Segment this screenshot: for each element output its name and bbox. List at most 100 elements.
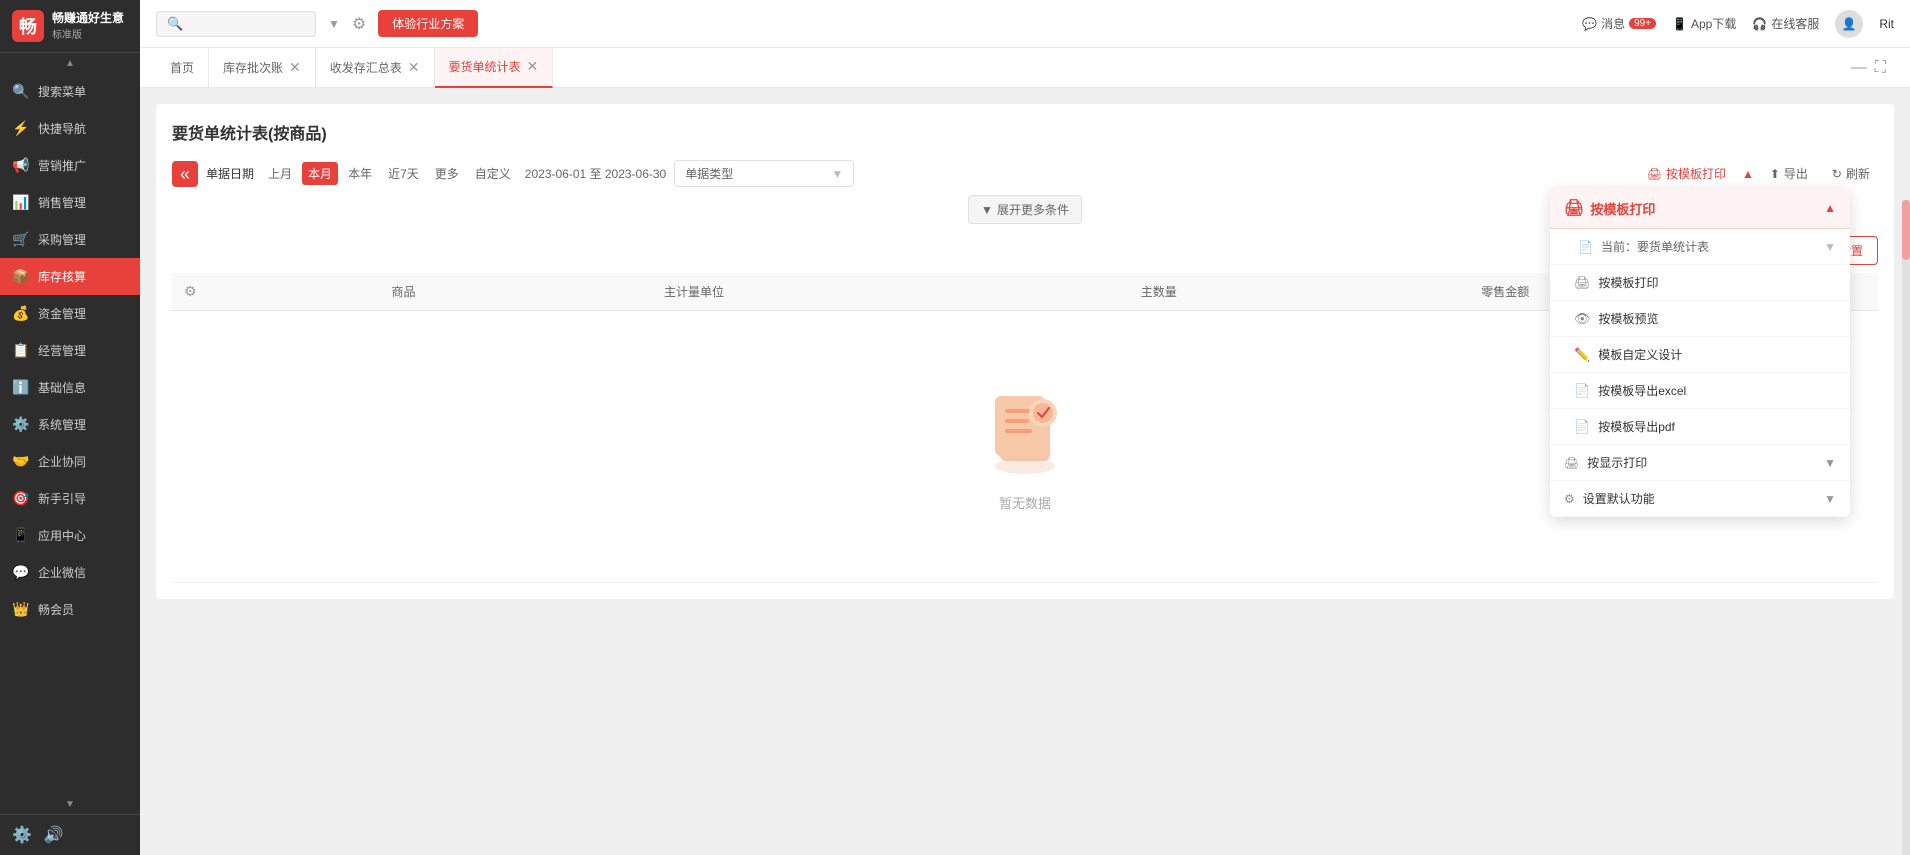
tab-close-inventory-batch[interactable]: ✕ xyxy=(289,59,301,76)
table-settings-icon[interactable]: ⚙ xyxy=(184,283,197,299)
sidebar: 畅 畅赚通好生意 标准版 ▲ 🔍 搜索菜单 ⚡ 快捷导航 📢 营销推广 📊 销售… xyxy=(0,0,140,855)
topbar-right: 💬 消息 99+ 📱 App下载 🎧 在线客服 👤 Rit xyxy=(1582,10,1894,38)
export-button[interactable]: ⬆ 导出 xyxy=(1762,161,1816,186)
sidebar-item-label: 库存核算 xyxy=(38,268,86,285)
template-preview-item[interactable]: 👁 按模板预览 xyxy=(1550,301,1850,337)
current-template-item[interactable]: 📄 当前：要货单统计表 ▼ xyxy=(1550,229,1850,265)
tab-home[interactable]: 首页 xyxy=(156,48,209,88)
date-range-display: 2023-06-01 至 2023-06-30 xyxy=(525,165,666,182)
user-avatar[interactable]: 👤 xyxy=(1835,10,1863,38)
tab-label: 库存批次账 xyxy=(223,59,283,76)
app-download-button[interactable]: 📱 App下载 xyxy=(1672,15,1736,32)
template-preview-icon: 👁 xyxy=(1574,311,1591,327)
sidebar-item-label: 系统管理 xyxy=(38,416,86,433)
sidebar-item-operation[interactable]: 📋 经营管理 xyxy=(0,332,140,369)
sidebar-item-system[interactable]: ⚙️ 系统管理 xyxy=(0,406,140,443)
sidebar-item-wechat[interactable]: 💬 企业微信 xyxy=(0,554,140,591)
expand-icon: ▼ xyxy=(981,203,993,217)
tab-label: 收发存汇总表 xyxy=(330,59,402,76)
filter-bar: « 单据日期 上月 本月 本年 近7天 更多 自定义 2023-06-01 至 … xyxy=(172,160,1878,187)
online-service-label: 在线客服 xyxy=(1771,15,1819,32)
expand-more-button[interactable]: ▼ 展开更多条件 xyxy=(968,195,1082,224)
topbar-search-input[interactable] xyxy=(189,17,289,31)
sidebar-item-marketing[interactable]: 📢 营销推广 xyxy=(0,147,140,184)
display-print-icon: 🖨 xyxy=(1564,456,1579,470)
settings-icon[interactable]: ⚙️ xyxy=(12,825,32,845)
sidebar-scroll-up[interactable]: ▲ xyxy=(0,53,140,73)
chevron-up-icon[interactable]: ▲ xyxy=(1742,167,1754,181)
sidebar-item-guide[interactable]: 🎯 新手引导 xyxy=(0,480,140,517)
sidebar-item-label: 基础信息 xyxy=(38,379,86,396)
current-template-arrow: ▼ xyxy=(1824,240,1836,254)
sidebar-item-corp[interactable]: 🤝 企业协同 xyxy=(0,443,140,480)
sidebar-scroll-down[interactable]: ▼ xyxy=(0,794,140,814)
scrollbar-thumb[interactable] xyxy=(1902,200,1910,260)
export-pdf-item[interactable]: 📄 按模板导出pdf xyxy=(1550,409,1850,445)
topbar-chevron-icon[interactable]: ▼ xyxy=(328,17,340,31)
print-template-button[interactable]: 🖨 按模板打印 xyxy=(1639,161,1734,186)
col-product: 商品 xyxy=(379,273,651,311)
order-type-select[interactable]: 单据类型 ▼ xyxy=(674,160,854,187)
home-tab-label: 首页 xyxy=(170,59,194,76)
tab-order-stats[interactable]: 要货单统计表 ✕ xyxy=(435,48,554,88)
page-content: 要货单统计表(按商品) « 单据日期 上月 本月 本年 近7天 更多 自定义 2… xyxy=(140,88,1910,855)
main-content: 🔍 ▼ ⚙ 体验行业方案 💬 消息 99+ 📱 App下载 🎧 在线客服 👤 xyxy=(140,0,1910,855)
app-logo: 畅 畅赚通好生意 标准版 xyxy=(0,0,140,53)
date-btn-more[interactable]: 更多 xyxy=(429,162,465,185)
quick-nav-icon: ⚡ xyxy=(12,120,30,137)
sidebar-item-finance[interactable]: 💰 资金管理 xyxy=(0,295,140,332)
tab-close-receivable[interactable]: ✕ xyxy=(408,59,420,76)
sidebar-item-purchase[interactable]: 🛒 采购管理 xyxy=(0,221,140,258)
tab-close-order-stats[interactable]: ✕ xyxy=(527,58,539,75)
page-title: 要货单统计表(按商品) xyxy=(172,120,1878,144)
purchase-icon: 🛒 xyxy=(12,231,30,248)
template-custom-item[interactable]: ✏️ 模板自定义设计 xyxy=(1550,337,1850,373)
display-print-label: 按显示打印 xyxy=(1587,454,1647,471)
sidebar-item-search[interactable]: 🔍 搜索菜单 xyxy=(0,73,140,110)
sidebar-item-basic[interactable]: ℹ️ 基础信息 xyxy=(0,369,140,406)
guide-icon: 🎯 xyxy=(12,490,30,507)
tab-inventory-batch[interactable]: 库存批次账 ✕ xyxy=(209,48,316,88)
sidebar-item-label: 采购管理 xyxy=(38,231,86,248)
online-service-button[interactable]: 🎧 在线客服 xyxy=(1752,15,1819,32)
date-btn-this-year[interactable]: 本年 xyxy=(342,162,378,185)
sidebar-item-inventory[interactable]: 📦 库存核算 xyxy=(0,258,140,295)
set-default-section[interactable]: ⚙ 设置默认功能 ▼ xyxy=(1550,481,1850,517)
message-icon: 💬 xyxy=(1582,17,1597,31)
refresh-button[interactable]: ↻ 刷新 xyxy=(1824,161,1878,186)
topbar-gear-icon[interactable]: ⚙ xyxy=(352,14,366,34)
refresh-icon: ↻ xyxy=(1832,167,1842,181)
right-scrollbar[interactable] xyxy=(1902,200,1910,855)
messages-button[interactable]: 💬 消息 99+ xyxy=(1582,15,1656,32)
search-icon: 🔍 xyxy=(12,83,30,100)
date-btn-7days[interactable]: 近7天 xyxy=(382,162,425,185)
date-btn-this-month[interactable]: 本月 xyxy=(302,162,338,185)
app-name: 畅赚通好生意 xyxy=(52,11,124,25)
dropdown-collapse-icon[interactable]: ▲ xyxy=(1824,201,1836,215)
trial-button[interactable]: 体验行业方案 xyxy=(378,10,478,37)
sidebar-item-quick-nav[interactable]: ⚡ 快捷导航 xyxy=(0,110,140,147)
export-excel-item[interactable]: 📄 按模板导出excel xyxy=(1550,373,1850,409)
sidebar-item-appstore[interactable]: 📱 应用中心 xyxy=(0,517,140,554)
tab-receivable[interactable]: 收发存汇总表 ✕ xyxy=(316,48,435,88)
template-print-item[interactable]: 🖨 按模板打印 xyxy=(1550,265,1850,301)
filter-expand-button[interactable]: « xyxy=(172,161,198,187)
sound-icon[interactable]: 🔊 xyxy=(44,825,64,845)
topbar-search-box[interactable]: 🔍 xyxy=(156,11,316,37)
export-label: 导出 xyxy=(1784,165,1808,182)
sidebar-item-member[interactable]: 👑 畅会员 xyxy=(0,591,140,628)
member-icon: 👑 xyxy=(12,601,30,618)
date-btn-last-month[interactable]: 上月 xyxy=(262,162,298,185)
display-print-section[interactable]: 🖨 按显示打印 ▼ xyxy=(1550,445,1850,481)
sidebar-item-sales[interactable]: 📊 销售管理 xyxy=(0,184,140,221)
col-quantity: 主数量 xyxy=(1129,273,1470,311)
search-icon: 🔍 xyxy=(167,16,183,32)
tab-maximize-icon[interactable]: ⛶ xyxy=(1875,59,1886,77)
export-pdf-label: 按模板导出pdf xyxy=(1598,418,1675,435)
tab-minimize-icon[interactable]: — xyxy=(1851,59,1867,77)
printer-icon: 🖨 xyxy=(1564,198,1584,218)
set-default-label: 设置默认功能 xyxy=(1583,490,1655,507)
date-btn-custom[interactable]: 自定义 xyxy=(469,162,517,185)
sidebar-item-label: 营销推广 xyxy=(38,157,86,174)
app-download-icon: 📱 xyxy=(1672,17,1687,31)
